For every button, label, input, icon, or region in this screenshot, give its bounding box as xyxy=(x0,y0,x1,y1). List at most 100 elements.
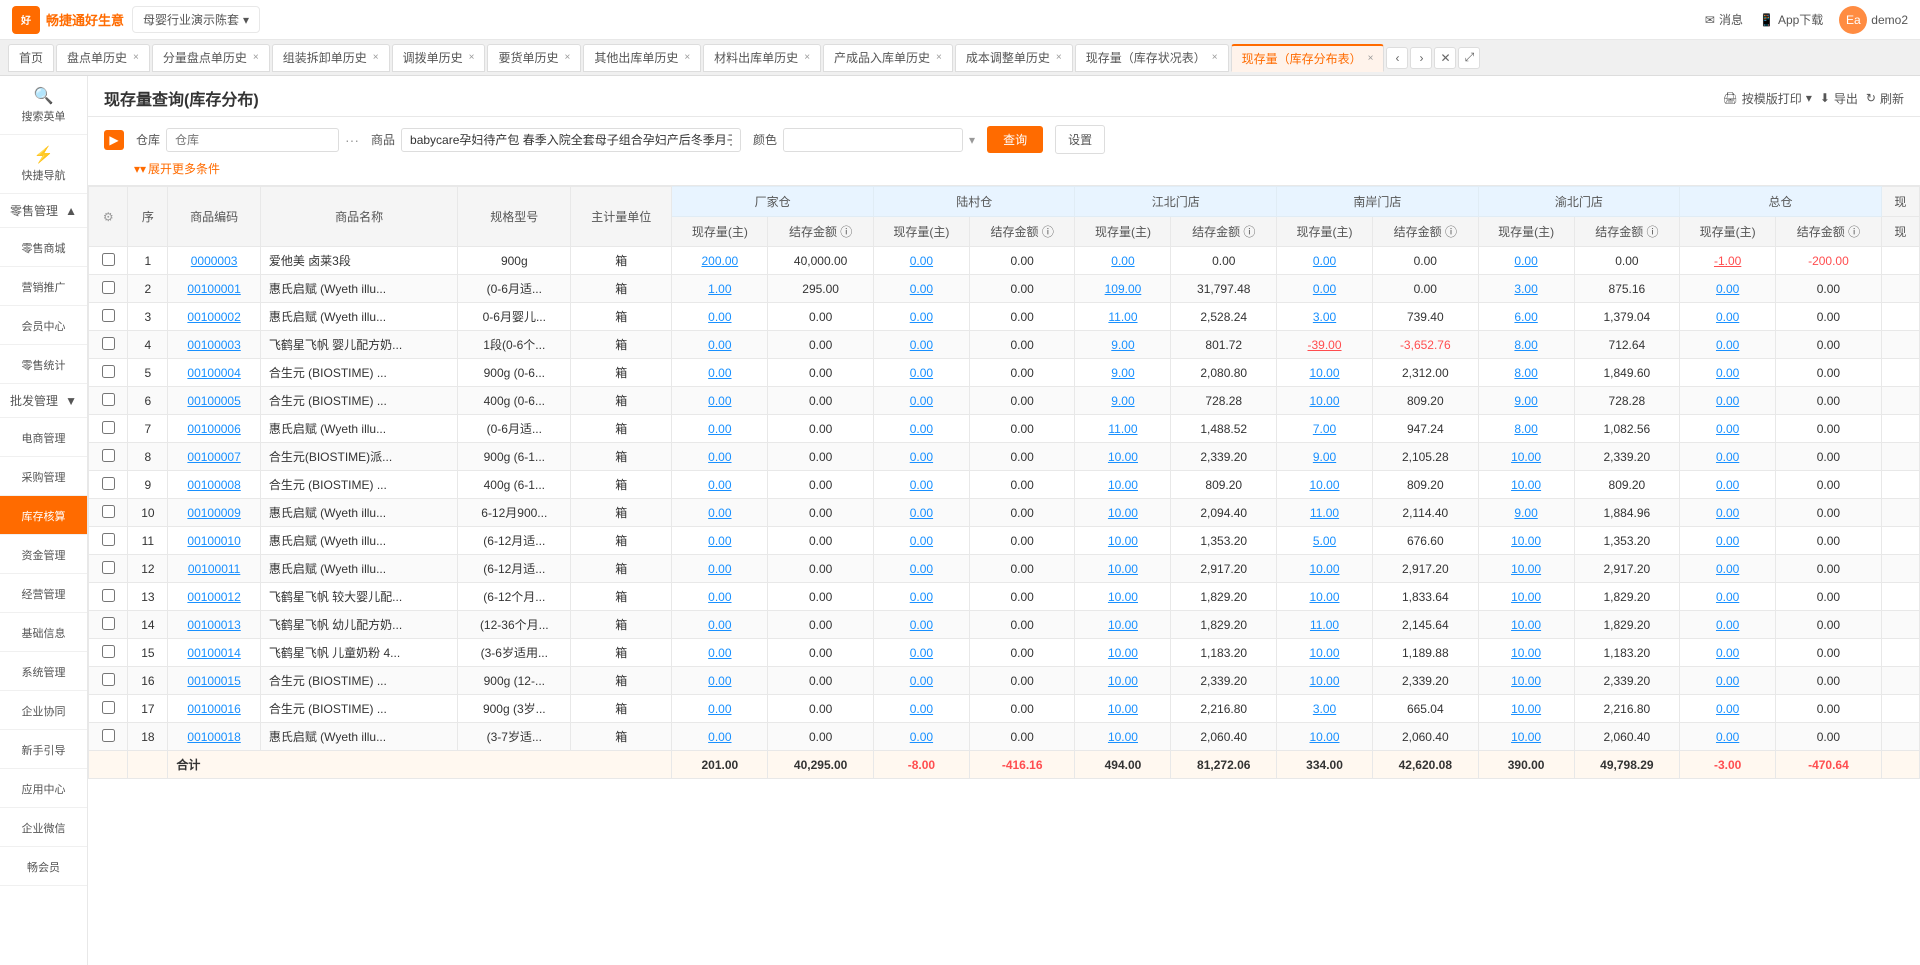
td-yb-qty[interactable]: 10.00 xyxy=(1478,471,1574,499)
row-checkbox[interactable] xyxy=(102,701,115,714)
td-checkbox[interactable] xyxy=(89,555,128,583)
td-f-qty[interactable]: 0.00 xyxy=(672,303,768,331)
row-checkbox[interactable] xyxy=(102,393,115,406)
td-jb-qty[interactable]: 10.00 xyxy=(1075,443,1171,471)
td-checkbox[interactable] xyxy=(89,667,128,695)
tab-next-btn[interactable]: › xyxy=(1410,47,1432,69)
td-code[interactable]: 00100016 xyxy=(168,695,261,723)
tab-stock-table[interactable]: 现存量（库存状况表） × xyxy=(1075,44,1229,72)
sidebar-item-wechat[interactable]: 企业微信 xyxy=(0,808,87,847)
sidebar-item-nav[interactable]: ⚡ 快捷导航 xyxy=(0,135,87,194)
td-l-qty[interactable]: 0.00 xyxy=(873,555,969,583)
td-na-qty[interactable]: 10.00 xyxy=(1277,583,1373,611)
td-na-qty[interactable]: 9.00 xyxy=(1277,443,1373,471)
td-t-qty[interactable]: 0.00 xyxy=(1680,471,1776,499)
td-checkbox[interactable] xyxy=(89,303,128,331)
td-checkbox[interactable] xyxy=(89,527,128,555)
td-l-qty[interactable]: 0.00 xyxy=(873,275,969,303)
td-code[interactable]: 00100013 xyxy=(168,611,261,639)
td-f-qty[interactable]: 0.00 xyxy=(672,471,768,499)
td-checkbox[interactable] xyxy=(89,639,128,667)
tab-count-history[interactable]: 盘点单历史 × xyxy=(56,44,150,72)
td-t-qty[interactable]: 0.00 xyxy=(1680,667,1776,695)
td-yb-qty[interactable]: 0.00 xyxy=(1478,247,1574,275)
td-jb-qty[interactable]: 10.00 xyxy=(1075,499,1171,527)
td-l-qty[interactable]: 0.00 xyxy=(873,499,969,527)
td-l-qty[interactable]: 0.00 xyxy=(873,611,969,639)
td-checkbox[interactable] xyxy=(89,275,128,303)
td-l-qty[interactable]: 0.00 xyxy=(873,415,969,443)
tab-close-btn[interactable]: ✕ xyxy=(1434,47,1456,69)
sidebar-item-inventory[interactable]: 库存核算 xyxy=(0,496,87,535)
td-l-qty[interactable]: 0.00 xyxy=(873,331,969,359)
td-l-qty[interactable]: 0.00 xyxy=(873,695,969,723)
row-checkbox[interactable] xyxy=(102,729,115,742)
td-checkbox[interactable] xyxy=(89,443,128,471)
td-yb-qty[interactable]: 8.00 xyxy=(1478,415,1574,443)
sidebar-item-enterprise[interactable]: 企业协同 xyxy=(0,691,87,730)
td-na-qty[interactable]: 3.00 xyxy=(1277,303,1373,331)
td-l-qty[interactable]: 0.00 xyxy=(873,443,969,471)
td-t-qty[interactable]: 0.00 xyxy=(1680,359,1776,387)
td-jb-qty[interactable]: 10.00 xyxy=(1075,639,1171,667)
td-f-qty[interactable]: 0.00 xyxy=(672,443,768,471)
expand-more-btn[interactable]: ▾▾ 展开更多条件 xyxy=(134,160,1904,177)
td-t-qty[interactable]: 0.00 xyxy=(1680,443,1776,471)
td-code[interactable]: 00100005 xyxy=(168,387,261,415)
td-code[interactable]: 00100011 xyxy=(168,555,261,583)
td-t-qty[interactable]: 0.00 xyxy=(1680,303,1776,331)
td-code[interactable]: 00100002 xyxy=(168,303,261,331)
td-checkbox[interactable] xyxy=(89,723,128,751)
tab-count-history-close[interactable]: × xyxy=(133,52,139,63)
td-l-qty[interactable]: 0.00 xyxy=(873,639,969,667)
tab-other-out-close[interactable]: × xyxy=(684,52,690,63)
td-yb-qty[interactable]: 10.00 xyxy=(1478,667,1574,695)
filter-toggle-btn[interactable]: ▶ xyxy=(104,130,124,150)
td-yb-qty[interactable]: 6.00 xyxy=(1478,303,1574,331)
setting-button[interactable]: 设置 xyxy=(1055,125,1105,154)
td-checkbox[interactable] xyxy=(89,583,128,611)
td-yb-qty[interactable]: 10.00 xyxy=(1478,611,1574,639)
td-t-qty[interactable]: 0.00 xyxy=(1680,415,1776,443)
td-t-qty[interactable]: 0.00 xyxy=(1680,639,1776,667)
tab-purchase-order[interactable]: 要货单历史 × xyxy=(487,44,581,72)
sidebar-item-operations[interactable]: 经营管理 xyxy=(0,574,87,613)
td-yb-qty[interactable]: 10.00 xyxy=(1478,723,1574,751)
tab-prev-btn[interactable]: ‹ xyxy=(1386,47,1408,69)
user-profile[interactable]: Ea demo2 xyxy=(1839,6,1908,34)
row-checkbox[interactable] xyxy=(102,533,115,546)
td-yb-qty[interactable]: 10.00 xyxy=(1478,555,1574,583)
td-na-qty[interactable]: 5.00 xyxy=(1277,527,1373,555)
td-na-qty[interactable]: 11.00 xyxy=(1277,499,1373,527)
tab-disassemble-close[interactable]: × xyxy=(373,52,379,63)
tab-cost-adjust[interactable]: 成本调整单历史 × xyxy=(955,44,1073,72)
row-checkbox[interactable] xyxy=(102,309,115,322)
color-input[interactable] xyxy=(783,128,963,152)
td-na-qty[interactable]: 10.00 xyxy=(1277,667,1373,695)
sidebar-item-system[interactable]: 系统管理 xyxy=(0,652,87,691)
sidebar-item-purchase[interactable]: 采购管理 xyxy=(0,457,87,496)
tab-expand-btn[interactable]: ⤢ xyxy=(1458,47,1480,69)
td-na-qty[interactable]: 7.00 xyxy=(1277,415,1373,443)
td-code[interactable]: 00100003 xyxy=(168,331,261,359)
td-na-qty[interactable]: 10.00 xyxy=(1277,723,1373,751)
td-code[interactable]: 00100008 xyxy=(168,471,261,499)
tab-purchase-order-close[interactable]: × xyxy=(564,52,570,63)
td-checkbox[interactable] xyxy=(89,247,128,275)
tab-disassemble[interactable]: 组装拆卸单历史 × xyxy=(272,44,390,72)
td-jb-qty[interactable]: 10.00 xyxy=(1075,583,1171,611)
goods-input[interactable] xyxy=(401,128,741,152)
td-checkbox[interactable] xyxy=(89,471,128,499)
td-t-qty[interactable]: 0.00 xyxy=(1680,695,1776,723)
row-checkbox[interactable] xyxy=(102,281,115,294)
td-jb-qty[interactable]: 9.00 xyxy=(1075,331,1171,359)
td-t-qty[interactable]: 0.00 xyxy=(1680,555,1776,583)
td-yb-qty[interactable]: 10.00 xyxy=(1478,443,1574,471)
row-checkbox[interactable] xyxy=(102,673,115,686)
td-yb-qty[interactable]: 8.00 xyxy=(1478,331,1574,359)
tab-cost-adjust-close[interactable]: × xyxy=(1056,52,1062,63)
sidebar-item-app-center[interactable]: 应用中心 xyxy=(0,769,87,808)
td-yb-qty[interactable]: 10.00 xyxy=(1478,639,1574,667)
td-code[interactable]: 00100004 xyxy=(168,359,261,387)
td-na-qty[interactable]: 10.00 xyxy=(1277,471,1373,499)
